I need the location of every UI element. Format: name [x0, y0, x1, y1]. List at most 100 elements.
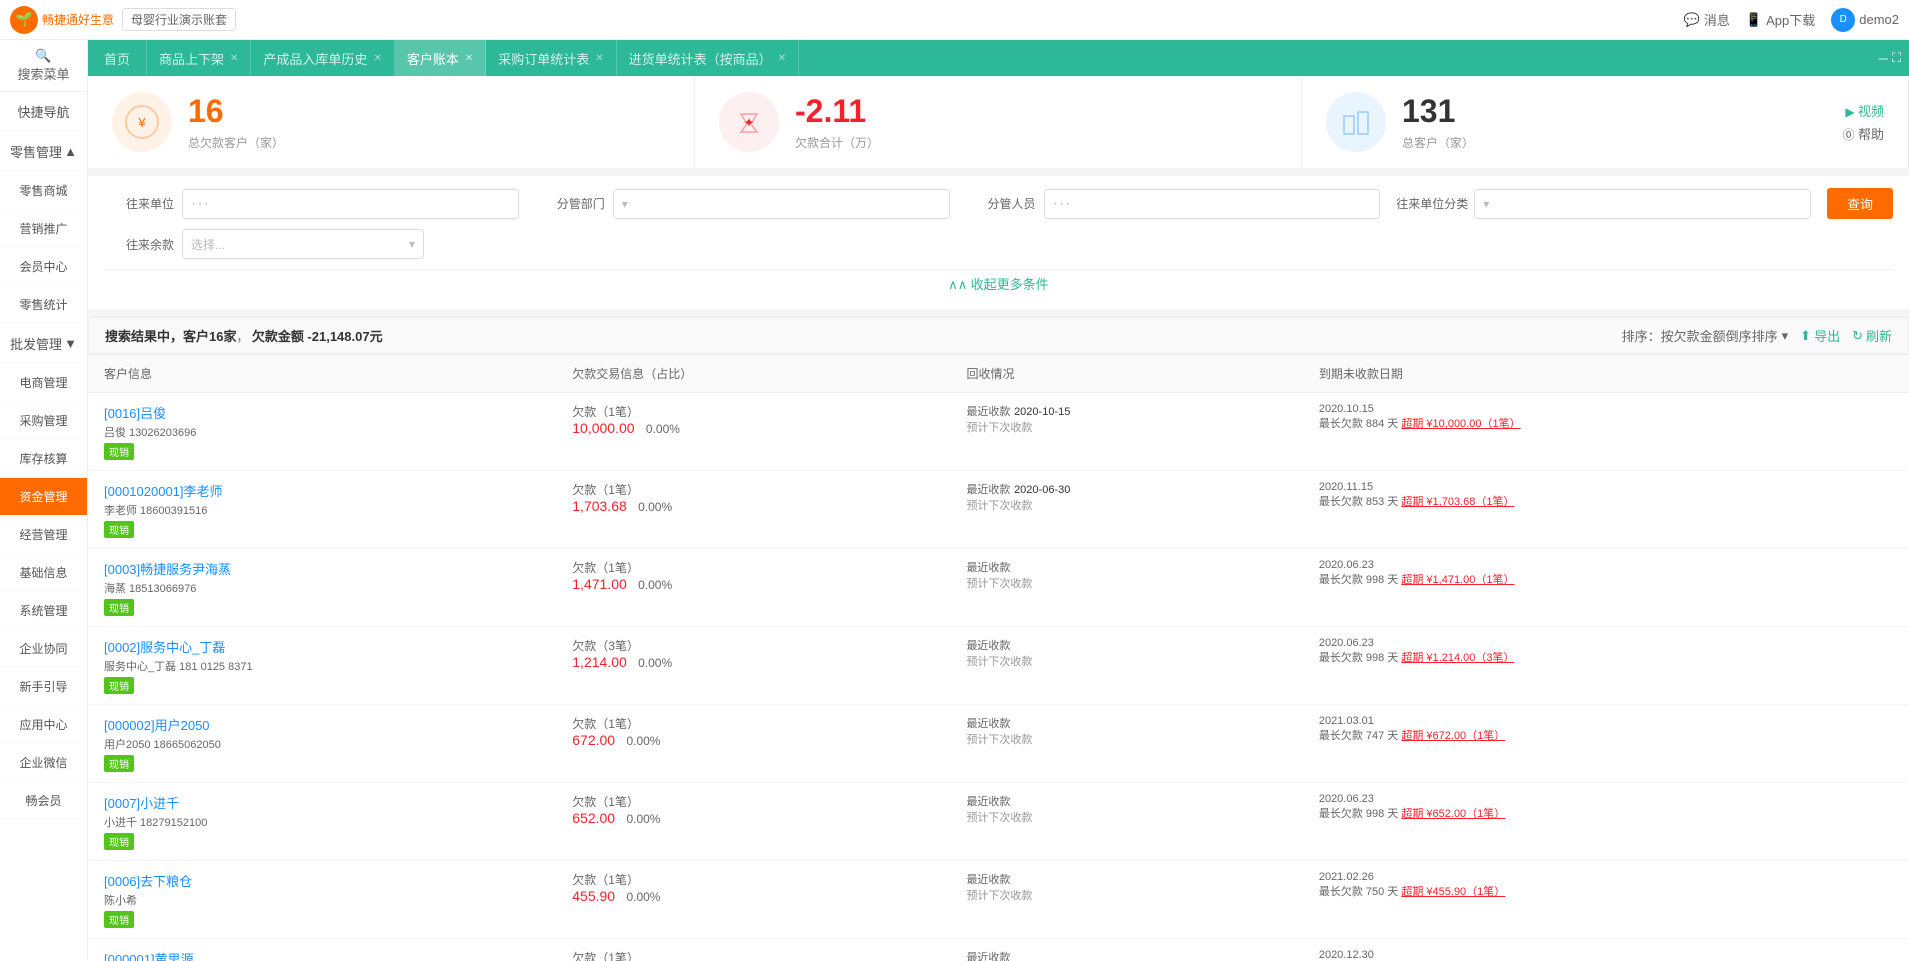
filter-dept-input[interactable]: ▾: [613, 189, 950, 219]
sidebar-item-members[interactable]: 会员中心: [0, 248, 87, 286]
search-icon: 🔍: [35, 48, 51, 63]
export-btn[interactable]: ⬆ 导出: [1800, 326, 1840, 345]
customer-tag-5: 现销: [104, 833, 134, 850]
sidebar-item-ecommerce[interactable]: 电商管理: [0, 364, 87, 402]
owe-amount-3[interactable]: 1,214.00: [572, 654, 627, 670]
chevron-dept-icon: ▾: [622, 197, 628, 211]
owe-ratio-4: 0.00%: [626, 734, 660, 748]
tab-customer-account[interactable]: 客户账本 ✕: [395, 40, 486, 76]
sidebar-item-enterprise[interactable]: 企业协同: [0, 630, 87, 668]
due-date-2: 2020.06.23: [1319, 559, 1893, 571]
sidebar-item-retail-stats[interactable]: 零售统计: [0, 286, 87, 324]
cell-due-0: 2020.10.15 最长欠款 884 天 超期 ¥10,000.00（1笔）: [1303, 393, 1909, 471]
sidebar-item-retail-management[interactable]: 零售管理 ▲: [0, 132, 87, 172]
overdue-link-5[interactable]: 超期 ¥652.00（1笔）: [1401, 808, 1505, 820]
tab-inbound-stats[interactable]: 进货单统计表（按商品） ✕: [617, 40, 799, 76]
owe-amount-0[interactable]: 10,000.00: [572, 420, 634, 436]
owe-label-0: 欠款（1笔）: [572, 405, 639, 419]
overdue-link-6[interactable]: 超期 ¥455.90（1笔）: [1401, 886, 1505, 898]
customer-name-6[interactable]: [0006]去下粮仓: [104, 871, 540, 890]
due-days-3: 最长欠款 998 天 超期 ¥1,214.00（3笔）: [1319, 649, 1893, 665]
tab-production-label: 产成品入库单历史: [263, 49, 367, 68]
filter-source-unit-input[interactable]: ···: [182, 189, 519, 219]
filter-unit-category-input[interactable]: ▾: [1474, 189, 1811, 219]
tab-product-listing[interactable]: 商品上下架 ✕: [147, 40, 251, 76]
customer-name-1[interactable]: [0001020001]李老师: [104, 481, 540, 500]
sidebar-item-basic-info[interactable]: 基础信息: [0, 554, 87, 592]
sidebar-item-business[interactable]: 经营管理: [0, 516, 87, 554]
owe-amount-5[interactable]: 652.00: [572, 810, 615, 826]
owe-label-3: 欠款（3笔）: [572, 639, 639, 653]
tab-close-icon[interactable]: ✕: [230, 53, 238, 64]
help-btn[interactable]: ⓪ 帮助: [1843, 124, 1884, 143]
customer-tag-1: 现销: [104, 521, 134, 538]
avatar: D: [1831, 8, 1855, 32]
tab-min-icon[interactable]: ─: [1879, 51, 1888, 66]
user-profile[interactable]: D demo2: [1831, 8, 1899, 32]
result-actions: 排序：按欠款金额倒序排序 ▾ ⬆ 导出 ↻ 刷新: [1622, 326, 1892, 345]
overdue-link-4[interactable]: 超期 ¥672.00（1笔）: [1401, 730, 1505, 742]
chevron-balance-icon: ▾: [409, 237, 415, 251]
overdue-link-0[interactable]: 超期 ¥10,000.00（1笔）: [1401, 418, 1520, 430]
search-button[interactable]: 查询: [1827, 188, 1893, 219]
customer-name-4[interactable]: [000002]用户2050: [104, 715, 540, 734]
tab-close-icon5[interactable]: ✕: [778, 53, 786, 64]
owe-amount-1[interactable]: 1,703.68: [572, 498, 627, 514]
sidebar-item-apps[interactable]: 应用中心: [0, 706, 87, 744]
sidebar-search[interactable]: 🔍 搜索菜单: [0, 40, 87, 92]
owe-amount-2[interactable]: 1,471.00: [572, 576, 627, 592]
recent-collect-3: 最近收款: [966, 637, 1286, 653]
sidebar-item-guide[interactable]: 新手引导: [0, 668, 87, 706]
sidebar-item-member-vip[interactable]: 畅会员: [0, 782, 87, 820]
tab-production-history[interactable]: 产成品入库单历史 ✕: [251, 40, 394, 76]
cell-recovery-0: 最近收款 2020-10-15 预计下次收款: [950, 393, 1302, 471]
owe-amount-4[interactable]: 672.00: [572, 732, 615, 748]
overdue-link-1[interactable]: 超期 ¥1,703.68（1笔）: [1401, 496, 1514, 508]
collapse-btn[interactable]: ∧∧ 收起更多条件: [104, 269, 1893, 297]
tab-home[interactable]: 首页: [88, 40, 147, 76]
brand: 🌱 畅捷通好生意: [10, 6, 114, 34]
sidebar-item-inventory[interactable]: 库存核算: [0, 440, 87, 478]
sidebar-item-purchase[interactable]: 采购管理: [0, 402, 87, 440]
filter-balance-input[interactable]: 选择... ▾: [182, 229, 424, 259]
table-row: [0002]服务中心_丁磊 服务中心_丁磊 181 0125 8371 现销 欠…: [88, 627, 1909, 705]
dots-icon: ···: [191, 195, 210, 213]
store-select[interactable]: 母婴行业演示账套: [122, 8, 236, 31]
stat-card-owe-amount: ✦ -2.11 欠款合计（万）: [695, 76, 1302, 168]
overdue-link-2[interactable]: 超期 ¥1,471.00（1笔）: [1401, 574, 1514, 586]
wholesale-mgmt-label: 批发管理: [10, 334, 62, 353]
sidebar-item-finance[interactable]: 资金管理: [0, 478, 87, 516]
customer-name-0[interactable]: [0016]吕俊: [104, 403, 540, 422]
content-area: ¥ 16 总欠款客户（家） ✦: [88, 76, 1909, 961]
filter-dept: 分管部门 ▾: [535, 189, 950, 219]
app-icon: 📱: [1746, 12, 1762, 28]
tab-close-icon3[interactable]: ✕: [465, 53, 473, 64]
customer-name-7[interactable]: [000001]黄思源: [104, 949, 540, 961]
tab-purchase-stats[interactable]: 采购订单统计表 ✕: [486, 40, 616, 76]
message-btn[interactable]: 💬 消息: [1684, 10, 1730, 29]
refresh-btn[interactable]: ↻ 刷新: [1852, 326, 1892, 345]
sidebar-item-quick-nav[interactable]: 快捷导航: [0, 92, 87, 132]
sidebar-item-wholesale-management[interactable]: 批发管理 ▼: [0, 324, 87, 364]
tab-close-icon4[interactable]: ✕: [595, 53, 603, 64]
overdue-link-3[interactable]: 超期 ¥1,214.00（3笔）: [1401, 652, 1514, 664]
customer-name-2[interactable]: [0003]畅捷服务尹海蒸: [104, 559, 540, 578]
sidebar-item-system[interactable]: 系统管理: [0, 592, 87, 630]
stat-label-total: 总客户（家）: [1402, 134, 1474, 151]
due-days-1: 最长欠款 853 天 超期 ¥1,703.68（1笔）: [1319, 493, 1893, 509]
sort-select[interactable]: 排序：按欠款金额倒序排序 ▾: [1622, 326, 1789, 345]
customer-name-5[interactable]: [0007]小进千: [104, 793, 540, 812]
owe-label-6: 欠款（1笔）: [572, 873, 639, 887]
customer-name-3[interactable]: [0002]服务中心_丁磊: [104, 637, 540, 656]
sidebar-item-marketing[interactable]: 营销推广: [0, 210, 87, 248]
due-days-4: 最长欠款 747 天 超期 ¥672.00（1笔）: [1319, 727, 1893, 743]
tab-max-icon[interactable]: ⛶: [1892, 50, 1901, 66]
owe-amount-6[interactable]: 455.90: [572, 888, 615, 904]
filter-person-input[interactable]: ···: [1044, 189, 1381, 219]
tab-close-icon2[interactable]: ✕: [373, 53, 381, 64]
sidebar-item-wechat[interactable]: 企业微信: [0, 744, 87, 782]
video-btn[interactable]: ▶ 视频: [1845, 101, 1884, 120]
app-download-btn[interactable]: 📱 App下载: [1746, 10, 1815, 29]
top-bar-right: 💬 消息 📱 App下载 D demo2: [1684, 8, 1899, 32]
sidebar-item-retail-store[interactable]: 零售商城: [0, 172, 87, 210]
